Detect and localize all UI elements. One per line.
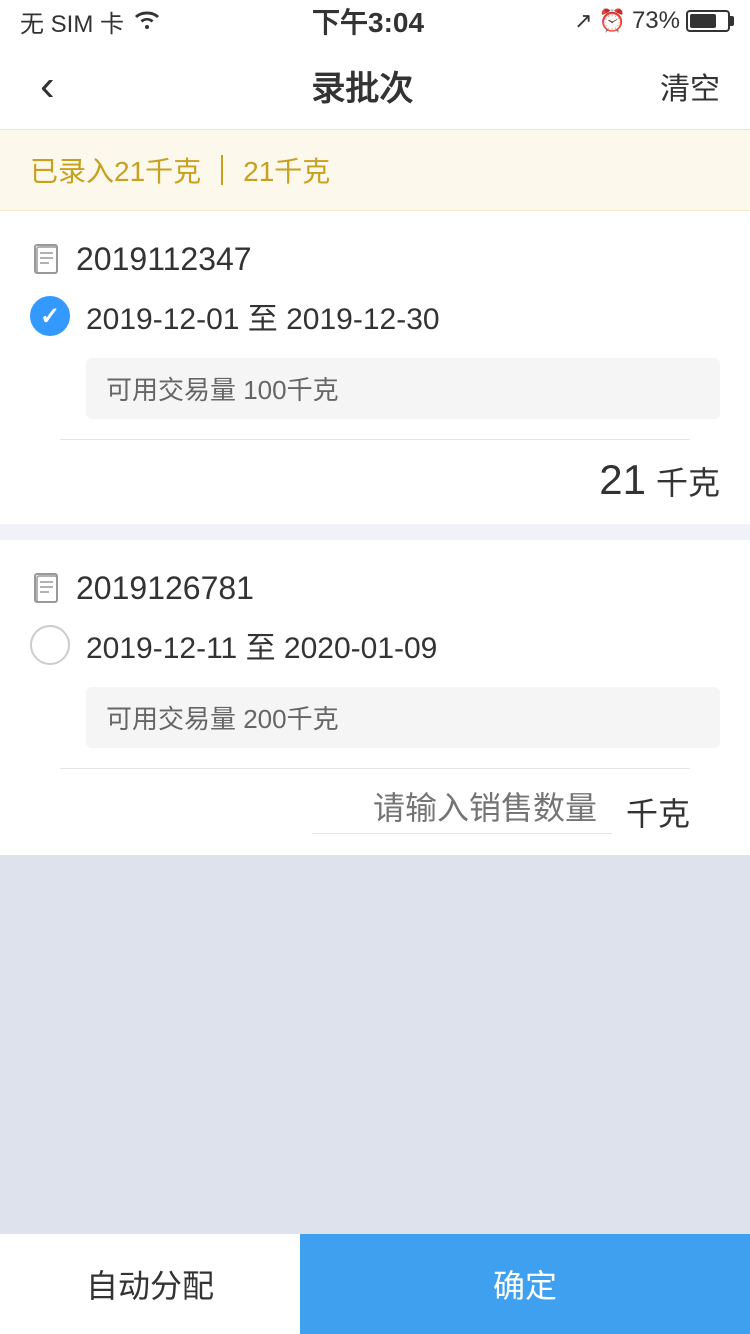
card2-available: 可用交易量 200千克 xyxy=(86,687,720,748)
doc-icon-1 xyxy=(30,242,66,278)
batch-card-1: 2019112347 ✓ 2019-12-01 至 2019-12-30 可用交… xyxy=(0,211,750,524)
card1-date-row[interactable]: ✓ 2019-12-01 至 2019-12-30 xyxy=(30,294,720,338)
doc-icon-2 xyxy=(30,571,66,607)
card2-date-row[interactable]: 2019-12-11 至 2020-01-09 xyxy=(30,623,720,667)
card2-header: 2019126781 xyxy=(30,570,720,607)
banner-divider xyxy=(221,155,223,185)
battery-icon xyxy=(686,10,730,32)
page-title: 录批次 xyxy=(311,61,413,110)
info-banner: 已录入21千克 21千克 xyxy=(0,130,750,211)
clear-button[interactable]: 清空 xyxy=(660,64,720,108)
nav-bar: ‹ 录批次 清空 xyxy=(0,42,750,130)
card1-radio[interactable]: ✓ xyxy=(30,296,70,336)
card2-date: 2019-12-11 至 2020-01-09 xyxy=(86,623,437,667)
card1-amount-row: 21 千克 xyxy=(30,440,720,524)
wifi-icon xyxy=(132,7,162,36)
battery-percent: 73% xyxy=(632,7,680,35)
card2-radio[interactable] xyxy=(30,625,70,665)
total-amount: 21千克 xyxy=(243,150,330,190)
back-button[interactable]: ‹ xyxy=(30,51,65,121)
confirm-button[interactable]: 确定 xyxy=(300,1234,750,1334)
section-divider xyxy=(0,524,750,540)
card1-amount: 21 xyxy=(599,456,646,504)
recorded-amount: 已录入21千克 xyxy=(30,150,201,190)
status-left: 无 SIM 卡 xyxy=(20,4,162,39)
bottom-bar: 自动分配 确定 xyxy=(0,1234,750,1334)
status-right: ↗ ⏰ 73% xyxy=(574,7,730,35)
alarm-icon: ⏰ xyxy=(599,8,626,34)
card1-available: 可用交易量 100千克 xyxy=(86,358,720,419)
qty-input[interactable] xyxy=(312,790,612,834)
status-bar: 无 SIM 卡 下午3:04 ↗ ⏰ 73% xyxy=(0,0,750,42)
auto-distribute-button[interactable]: 自动分配 xyxy=(0,1234,300,1334)
card1-header: 2019112347 xyxy=(30,241,720,278)
carrier-text: 无 SIM 卡 xyxy=(20,4,124,39)
batch-card-2: 2019126781 2019-12-11 至 2020-01-09 可用交易量… xyxy=(0,540,750,855)
check-mark-1: ✓ xyxy=(40,302,60,331)
status-time: 下午3:04 xyxy=(312,1,424,41)
location-icon: ↗ xyxy=(574,8,592,34)
card1-id: 2019112347 xyxy=(76,241,252,278)
card2-unit: 千克 xyxy=(626,789,690,835)
card2-id: 2019126781 xyxy=(76,570,254,607)
card1-date: 2019-12-01 至 2019-12-30 xyxy=(86,294,440,338)
card1-unit: 千克 xyxy=(656,458,720,504)
card2-input-row: 千克 xyxy=(30,769,720,855)
